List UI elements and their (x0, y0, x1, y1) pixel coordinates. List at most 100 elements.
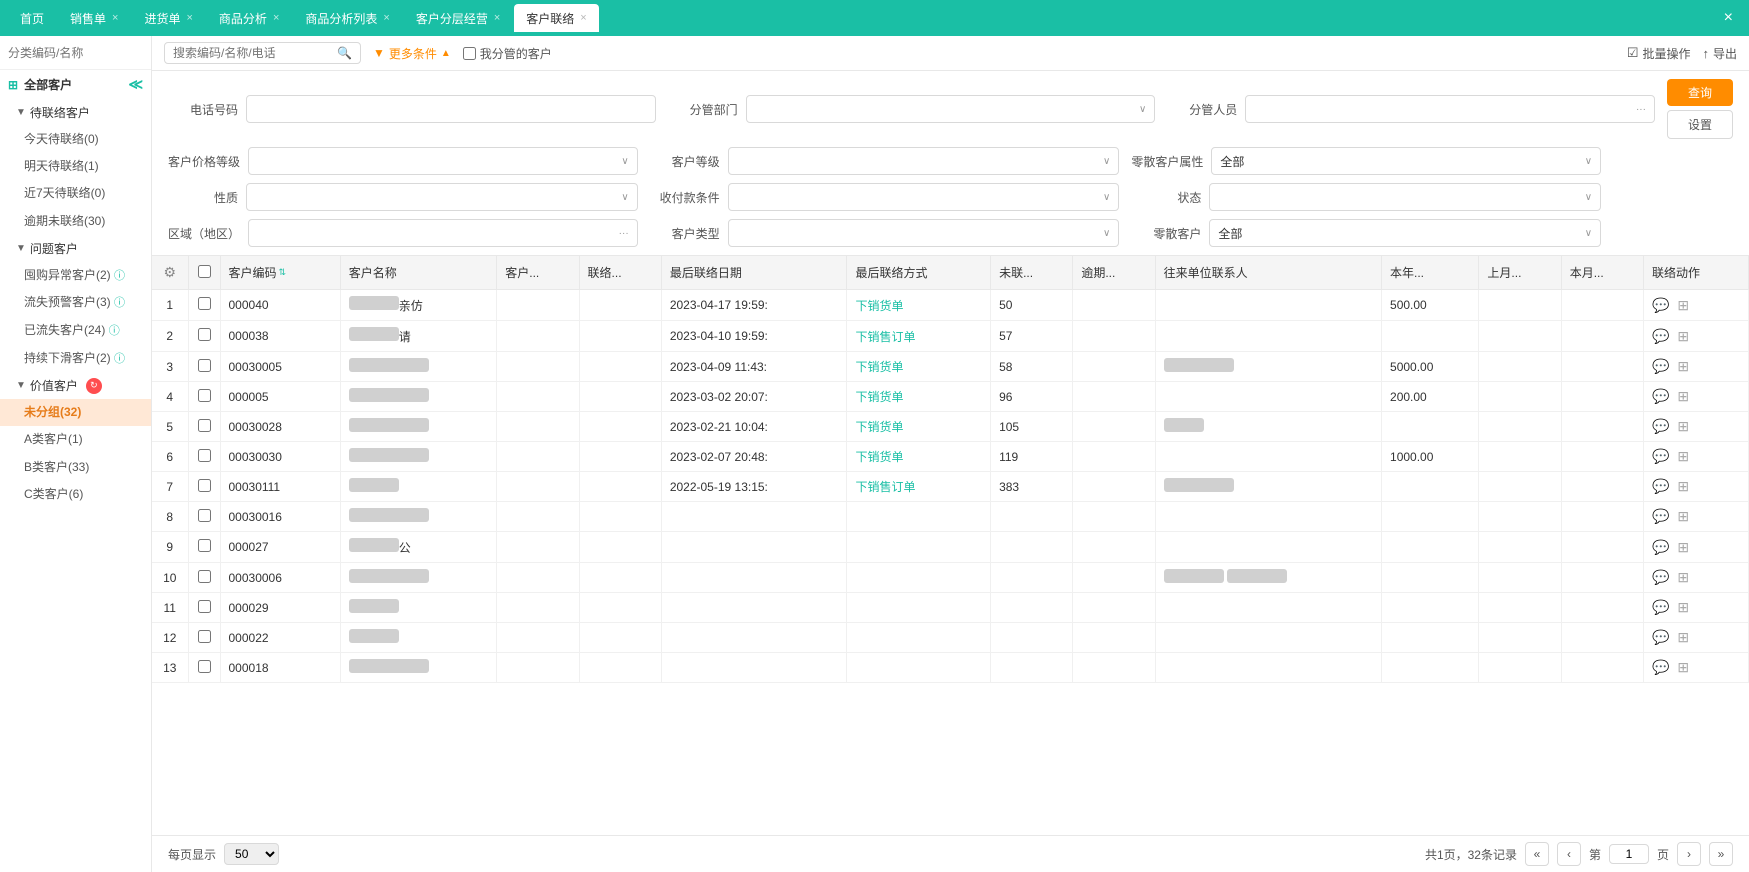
chat-action-icon[interactable]: 💬 (1652, 478, 1669, 495)
row-checkbox[interactable] (198, 297, 211, 310)
filter-search-input[interactable] (173, 46, 333, 60)
page-number-input[interactable] (1609, 844, 1649, 864)
prev-page-button[interactable]: ‹ (1557, 842, 1581, 866)
chat-action-icon[interactable]: 💬 (1652, 508, 1669, 525)
chat-action-icon[interactable]: 💬 (1652, 539, 1669, 556)
sidebar-item-class-c[interactable]: C类客户(6) (0, 481, 151, 508)
row-checkbox[interactable] (198, 600, 211, 613)
filter-retail-attr-select[interactable]: 全部∨ (1211, 147, 1601, 175)
row-checkbox[interactable] (198, 570, 211, 583)
row-checkbox[interactable] (198, 509, 211, 522)
filter-customer-type-select[interactable]: ∨ (728, 219, 1120, 247)
filter-retail-customer-select[interactable]: 全部∨ (1209, 219, 1601, 247)
chat-action-icon[interactable]: 💬 (1652, 448, 1669, 465)
close-analysis-list-tab[interactable]: × (383, 12, 389, 24)
filter-region-select[interactable]: ··· (248, 219, 638, 247)
filter-payment-select[interactable]: ∨ (728, 183, 1120, 211)
filter-search-icon[interactable]: 🔍 (337, 46, 352, 60)
nav-tab-analysis-list[interactable]: 商品分析列表 × (293, 4, 401, 32)
nav-tab-customer-contact[interactable]: 客户联络 × (514, 4, 598, 32)
sidebar-group-problem[interactable]: ▼ 问题客户 (0, 235, 151, 262)
filter-status-select[interactable]: ∨ (1209, 183, 1601, 211)
contact-method-link[interactable]: 下销售订单 (855, 330, 915, 344)
export-button[interactable]: ↑ 导出 (1702, 45, 1737, 62)
row-checkbox[interactable] (198, 660, 211, 673)
contact-method-link[interactable]: 下销货单 (855, 360, 903, 374)
chat-action-icon[interactable]: 💬 (1652, 297, 1669, 314)
sidebar-item-today[interactable]: 今天待联络(0) (0, 126, 151, 153)
row-checkbox[interactable] (198, 359, 211, 372)
chat-action-icon[interactable]: 💬 (1652, 418, 1669, 435)
chat-action-icon[interactable]: 💬 (1652, 358, 1669, 375)
chat-action-icon[interactable]: 💬 (1652, 659, 1669, 676)
chat-action-icon[interactable]: 💬 (1652, 388, 1669, 405)
grid-action-icon[interactable]: ⊞ (1677, 478, 1689, 495)
chat-action-icon[interactable]: 💬 (1652, 629, 1669, 646)
close-customer-segment-tab[interactable]: × (494, 12, 500, 24)
reset-button[interactable]: 设置 (1667, 110, 1733, 139)
grid-action-icon[interactable]: ⊞ (1677, 629, 1689, 646)
page-size-select[interactable]: 50 100 200 (224, 843, 279, 865)
chat-action-icon[interactable]: 💬 (1652, 569, 1669, 586)
filter-customer-level-select[interactable]: ∨ (728, 147, 1120, 175)
nav-tab-analysis[interactable]: 商品分析 × (207, 4, 291, 32)
window-close-button[interactable]: × (1716, 9, 1741, 27)
close-sales-tab[interactable]: × (112, 12, 118, 24)
nav-tab-sales[interactable]: 销售单 × (58, 4, 130, 32)
close-purchase-tab[interactable]: × (186, 12, 192, 24)
contact-method-link[interactable]: 下销货单 (855, 390, 903, 404)
contact-method-link[interactable]: 下销货单 (855, 450, 903, 464)
chat-action-icon[interactable]: 💬 (1652, 599, 1669, 616)
query-button[interactable]: 查询 (1667, 79, 1733, 106)
filter-person-select[interactable]: ··· (1245, 95, 1655, 123)
close-customer-contact-tab[interactable]: × (580, 12, 586, 24)
row-checkbox[interactable] (198, 630, 211, 643)
contact-method-link[interactable]: 下销售订单 (855, 480, 915, 494)
row-checkbox[interactable] (198, 419, 211, 432)
sort-icon[interactable]: ⇅ (279, 267, 287, 278)
filter-dept-select[interactable]: ∨ (746, 95, 1156, 123)
sidebar-item-ungrouped[interactable]: 未分组(32) (0, 399, 151, 426)
grid-action-icon[interactable]: ⊞ (1677, 297, 1689, 314)
sidebar-item-tomorrow[interactable]: 明天待联络(1) (0, 153, 151, 180)
contact-method-link[interactable]: 下销货单 (855, 420, 903, 434)
sidebar-item-churn-warning[interactable]: 流失预警客户(3) ⓘ (0, 289, 151, 317)
batch-op-button[interactable]: ☑ 批量操作 (1627, 45, 1691, 62)
next-page-button[interactable]: › (1677, 842, 1701, 866)
sidebar-group-pending[interactable]: ▼ 待联络客户 (0, 99, 151, 126)
chat-action-icon[interactable]: 💬 (1652, 328, 1669, 345)
more-conditions-button[interactable]: ▼ 更多条件 ▲ (373, 45, 451, 62)
sidebar-search-input[interactable] (8, 46, 152, 60)
select-all-checkbox[interactable] (198, 265, 211, 278)
sidebar-item-7days[interactable]: 近7天待联络(0) (0, 180, 151, 207)
row-checkbox[interactable] (198, 539, 211, 552)
first-page-button[interactable]: « (1525, 842, 1549, 866)
grid-action-icon[interactable]: ⊞ (1677, 508, 1689, 525)
filter-price-level-select[interactable]: ∨ (248, 147, 638, 175)
sidebar-group-value[interactable]: ▼ 价值客户 ↻ (0, 372, 151, 399)
sidebar-item-hoarding[interactable]: 囤购异常客户(2) ⓘ (0, 262, 151, 290)
grid-action-icon[interactable]: ⊞ (1677, 358, 1689, 375)
grid-action-icon[interactable]: ⊞ (1677, 448, 1689, 465)
table-settings-icon[interactable]: ⚙ (163, 264, 176, 280)
grid-action-icon[interactable]: ⊞ (1677, 659, 1689, 676)
sidebar-item-churned[interactable]: 已流失客户(24) ⓘ (0, 317, 151, 345)
filter-nature-select[interactable]: ∨ (246, 183, 638, 211)
nav-tab-customer-segment[interactable]: 客户分层经营 × (404, 4, 512, 32)
collapse-icon[interactable]: ≪ (128, 76, 143, 93)
close-analysis-tab[interactable]: × (273, 12, 279, 24)
refresh-badge[interactable]: ↻ (86, 378, 102, 394)
grid-action-icon[interactable]: ⊞ (1677, 599, 1689, 616)
grid-action-icon[interactable]: ⊞ (1677, 328, 1689, 345)
nav-tab-purchase[interactable]: 进货单 × (132, 4, 204, 32)
sidebar-item-class-b[interactable]: B类客户(33) (0, 454, 151, 481)
filter-phone-input[interactable] (246, 95, 656, 123)
sidebar-item-class-a[interactable]: A类客户(1) (0, 426, 151, 453)
last-page-button[interactable]: » (1709, 842, 1733, 866)
sidebar-all-customers[interactable]: ⊞ 全部客户 ≪ (0, 70, 151, 99)
row-checkbox[interactable] (198, 389, 211, 402)
row-checkbox[interactable] (198, 328, 211, 341)
my-customers-checkbox[interactable] (463, 47, 476, 60)
row-checkbox[interactable] (198, 479, 211, 492)
grid-action-icon[interactable]: ⊞ (1677, 388, 1689, 405)
